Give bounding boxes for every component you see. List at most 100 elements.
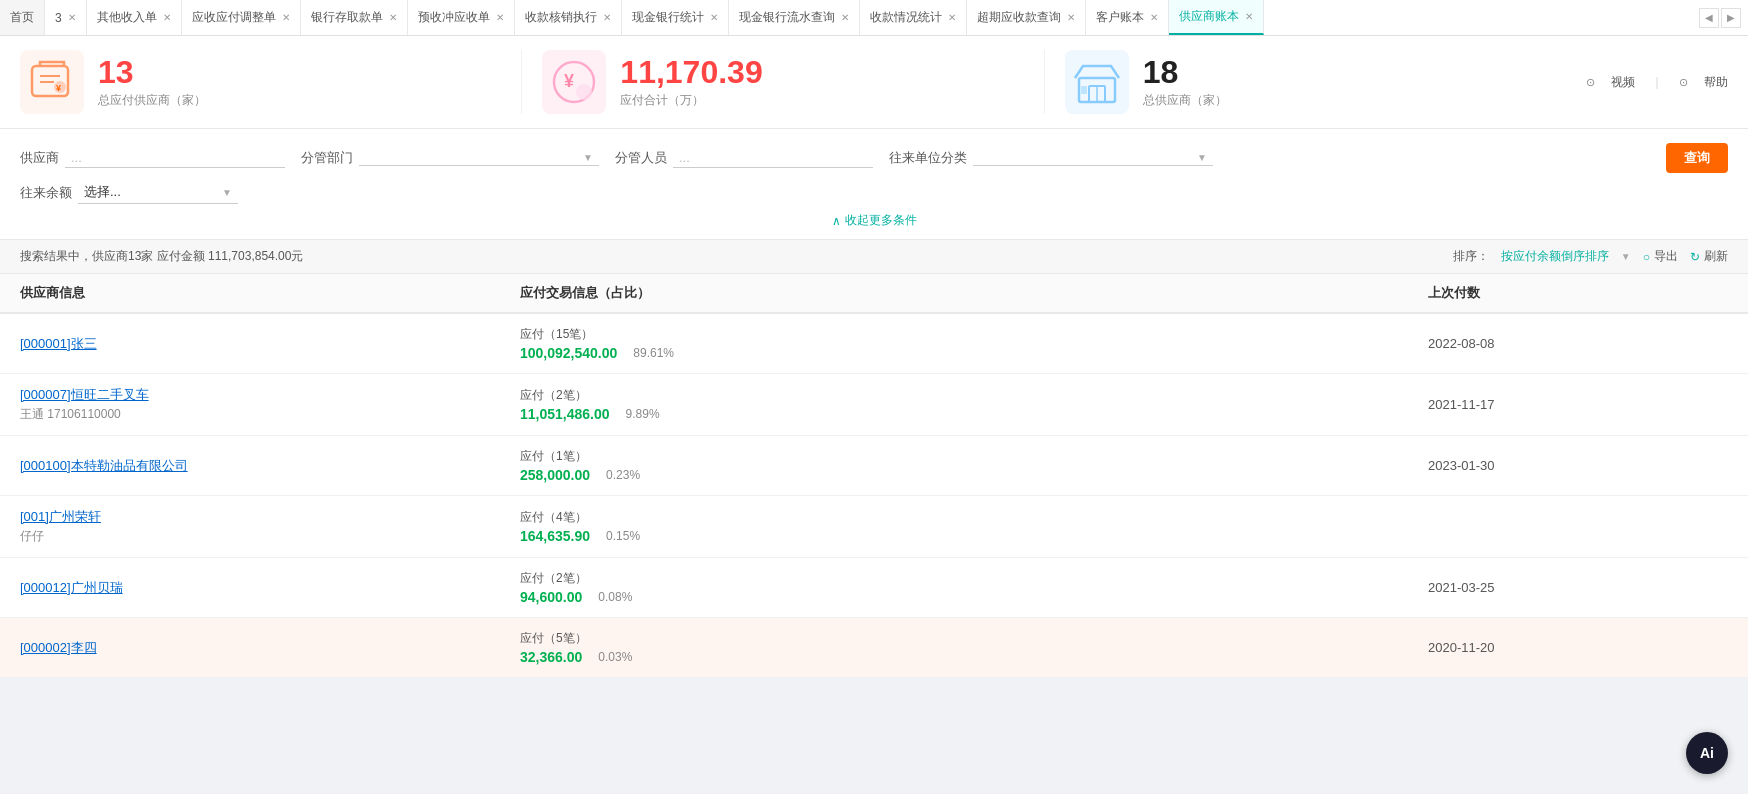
nav-tab-prepaid-label: 预收冲应收单 — [418, 9, 490, 26]
collapse-label: 收起更多条件 — [845, 212, 917, 229]
nav-tab-supplier-close[interactable]: ✕ — [1245, 11, 1253, 22]
card-icon-payable: ¥ — [20, 50, 84, 114]
nav-tab-3-close[interactable]: ✕ — [68, 12, 76, 23]
nav-tab-cash-stat-close[interactable]: ✕ — [710, 12, 718, 23]
nav-tab-bank-deposit[interactable]: 银行存取款单 ✕ — [301, 0, 408, 35]
svg-rect-11 — [1081, 86, 1087, 94]
col-header-pay-info: 应付交易信息（占比） — [520, 284, 1428, 302]
supplier-link-2[interactable]: [000007]恒旺二手叉车 — [20, 386, 520, 404]
nav-tab-collect-exec[interactable]: 收款核销执行 ✕ — [515, 0, 622, 35]
category-select[interactable]: ▼ — [973, 150, 1213, 166]
filter-supplier: 供应商 — [20, 148, 285, 168]
card1-label: 总应付供应商（家） — [98, 92, 206, 109]
pay-amount-4[interactable]: 164,635.90 — [520, 528, 590, 544]
supplier-link-3[interactable]: [000100]本特勒油品有限公司 — [20, 457, 520, 475]
help-link[interactable]: 帮助 — [1704, 74, 1728, 91]
pay-title-5: 应付（2笔） — [520, 570, 587, 587]
pay-row-2: 应付（2笔） — [520, 387, 1428, 404]
summary-card-payable-suppliers: ¥ 13 总应付供应商（家） — [20, 50, 522, 114]
supplier-link-1[interactable]: [000001]张三 — [20, 335, 520, 353]
card2-label: 应付合计（万） — [620, 92, 762, 109]
nav-tab-prepaid[interactable]: 预收冲应收单 ✕ — [408, 0, 515, 35]
pay-info-1: 应付（15笔） 100,092,540.00 89.61% — [520, 326, 1428, 361]
nav-tab-cash-flow[interactable]: 现金银行流水查询 ✕ — [729, 0, 860, 35]
export-button[interactable]: ○ 导出 — [1643, 248, 1678, 265]
dept-select[interactable]: ▼ — [359, 150, 599, 166]
svg-point-7 — [576, 84, 592, 100]
card2-number: 11,170.39 — [620, 56, 762, 88]
pay-percent-3: 0.23% — [606, 468, 640, 482]
card3-label: 总供应商（家） — [1143, 92, 1227, 109]
sort-chevron-icon: ▼ — [1621, 251, 1631, 262]
col-header-supplier: 供应商信息 — [20, 284, 520, 302]
video-link[interactable]: 视频 — [1611, 74, 1635, 91]
nav-tab-collect-exec-label: 收款核销执行 — [525, 9, 597, 26]
nav-tab-collect-stat[interactable]: 收款情况统计 ✕ — [860, 0, 967, 35]
supplier-info-5: [000012]广州贝瑞 — [20, 579, 520, 597]
col-header-last-pay: 上次付数 — [1428, 284, 1728, 302]
nav-tab-bank-close[interactable]: ✕ — [389, 12, 397, 23]
total-icon: ¥ — [548, 56, 600, 108]
nav-tab-prepaid-close[interactable]: ✕ — [496, 12, 504, 23]
query-button[interactable]: 查询 — [1666, 143, 1728, 173]
nav-tab-adjust-close[interactable]: ✕ — [282, 12, 290, 23]
category-dropdown-arrow: ▼ — [1197, 152, 1207, 163]
pay-amount-row-5: 94,600.00 0.08% — [520, 589, 1428, 605]
person-label: 分管人员 — [615, 149, 667, 167]
nav-tab-adjust[interactable]: 应收应付调整单 ✕ — [182, 0, 301, 35]
nav-tab-other-income[interactable]: 其他收入单 ✕ — [87, 0, 182, 35]
last-pay-1: 2022-08-08 — [1428, 336, 1728, 351]
pay-title-6: 应付（5笔） — [520, 630, 587, 647]
nav-tab-other-income-close[interactable]: ✕ — [163, 12, 171, 23]
ai-badge[interactable]: Ai — [1686, 732, 1728, 774]
last-pay-date-2: 2021-11-17 — [1428, 397, 1495, 412]
nav-tab-cash-stat[interactable]: 现金银行统计 ✕ — [622, 0, 729, 35]
pay-row-5: 应付（2笔） — [520, 570, 1428, 587]
nav-tab-supplier-book-label: 供应商账本 — [1179, 8, 1239, 25]
refresh-button[interactable]: ↻ 刷新 — [1690, 248, 1728, 265]
pay-info-2: 应付（2笔） 11,051,486.00 9.89% — [520, 387, 1428, 422]
nav-arrow-right[interactable]: ▶ — [1721, 8, 1741, 28]
pay-amount-6[interactable]: 32,366.00 — [520, 649, 582, 665]
nav-arrow-left[interactable]: ◀ — [1699, 8, 1719, 28]
nav-tab-customer-book-label: 客户账本 — [1096, 9, 1144, 26]
supplier-link-4[interactable]: [001]广州荣轩 — [20, 508, 520, 526]
balance-label: 往来余额 — [20, 184, 72, 202]
last-pay-date-3: 2023-01-30 — [1428, 458, 1495, 473]
nav-tab-collect-stat-close[interactable]: ✕ — [948, 12, 956, 23]
filter-panel: 供应商 分管部门 ▼ 分管人员 往来单位分类 ▼ 查询 — [0, 129, 1748, 240]
balance-dropdown-arrow: ▼ — [222, 187, 232, 198]
sort-select[interactable]: 按应付余额倒序排序 — [1501, 248, 1609, 265]
pay-title-3: 应付（1笔） — [520, 448, 587, 465]
collapse-filter-button[interactable]: ∧ 收起更多条件 — [832, 212, 917, 229]
nav-tab-home[interactable]: 首页 — [0, 0, 45, 35]
pay-amount-1[interactable]: 100,092,540.00 — [520, 345, 617, 361]
last-pay-2: 2021-11-17 — [1428, 397, 1728, 412]
summary-cards: ¥ 13 总应付供应商（家） ¥ 11,170.39 应付合计（万） — [0, 36, 1748, 129]
supplier-link-5[interactable]: [000012]广州贝瑞 — [20, 579, 520, 597]
dept-dropdown-arrow: ▼ — [583, 152, 593, 163]
nav-tab-cash-flow-close[interactable]: ✕ — [841, 12, 849, 23]
balance-select[interactable]: 选择... ▼ — [78, 181, 238, 204]
nav-tab-customer-book[interactable]: 客户账本 ✕ — [1086, 0, 1169, 35]
nav-tab-customer-close[interactable]: ✕ — [1150, 12, 1158, 23]
supplier-info-3: [000100]本特勒油品有限公司 — [20, 457, 520, 475]
pay-amount-3[interactable]: 258,000.00 — [520, 467, 590, 483]
pay-percent-5: 0.08% — [598, 590, 632, 604]
last-pay-6: 2020-11-20 — [1428, 640, 1728, 655]
nav-tab-overdue-query[interactable]: 超期应收款查询 ✕ — [967, 0, 1086, 35]
filter-dept: 分管部门 ▼ — [301, 149, 599, 167]
nav-tab-overdue-close[interactable]: ✕ — [1067, 12, 1075, 23]
supplier-input[interactable] — [65, 148, 285, 168]
pay-row-3: 应付（1笔） — [520, 448, 1428, 465]
card-icon-total: ¥ — [542, 50, 606, 114]
divider: ｜ — [1651, 74, 1663, 91]
person-input[interactable] — [673, 148, 873, 168]
pay-amount-5[interactable]: 94,600.00 — [520, 589, 582, 605]
supplier-link-6[interactable]: [000002]李四 — [20, 639, 520, 657]
pay-amount-2[interactable]: 11,051,486.00 — [520, 406, 610, 422]
pay-amount-row-1: 100,092,540.00 89.61% — [520, 345, 1428, 361]
nav-tab-collect-exec-close[interactable]: ✕ — [603, 12, 611, 23]
nav-tab-3[interactable]: 3 ✕ — [45, 0, 87, 35]
nav-tab-supplier-book[interactable]: 供应商账本 ✕ — [1169, 0, 1264, 35]
